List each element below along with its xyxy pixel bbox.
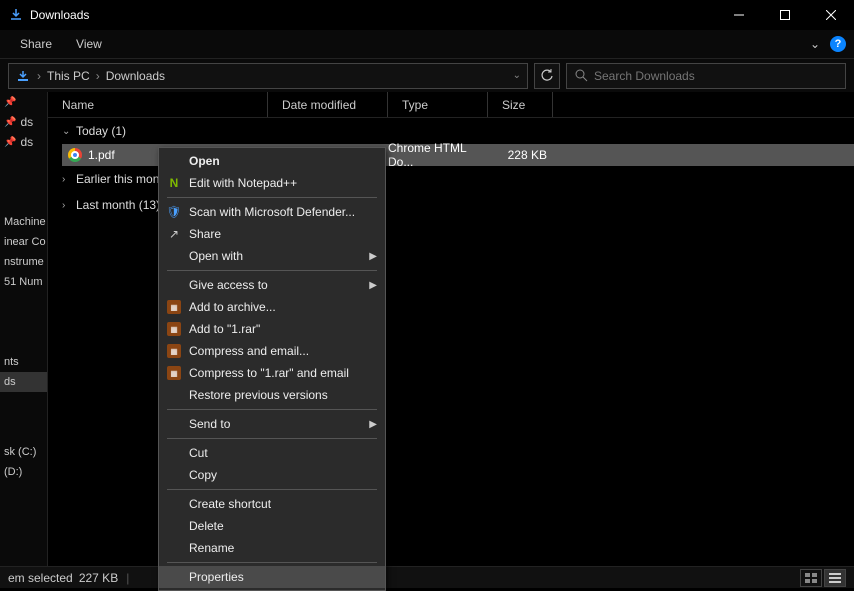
pin-icon: 📌 — [4, 137, 16, 148]
view-thumbnails-button[interactable] — [800, 569, 822, 587]
sidebar-item[interactable]: ds — [0, 372, 47, 392]
col-type[interactable]: Type — [388, 92, 488, 117]
column-headers: Name Date modified Type Size — [48, 92, 854, 118]
status-bar: em selected 227 KB | — [0, 566, 854, 588]
sidebar-item[interactable]: sk (C:) — [0, 442, 47, 462]
context-menu-item[interactable]: Scan with Microsoft Defender...🛡 — [159, 201, 385, 223]
context-menu-item[interactable]: Properties — [159, 566, 385, 588]
rar-icon: ▦ — [166, 365, 182, 381]
window-title: Downloads — [30, 8, 89, 22]
context-menu: OpenEdit with Notepad++N Scan with Micros… — [158, 147, 386, 591]
npp-icon: N — [166, 175, 182, 191]
menu-bar: Share View ⌄ ? — [0, 30, 854, 58]
share-icon: ↗ — [166, 226, 182, 242]
col-size[interactable]: Size — [488, 92, 553, 117]
submenu-arrow-icon: ▶ — [369, 280, 377, 291]
context-menu-item[interactable]: Compress to "1.rar" and email▦ — [159, 362, 385, 384]
col-name[interactable]: Name — [48, 92, 268, 117]
submenu-arrow-icon: ▶ — [369, 419, 377, 430]
pin-icon: 📌 — [4, 97, 16, 108]
context-menu-item[interactable]: Edit with Notepad++N — [159, 172, 385, 194]
file-size: 228 KB — [488, 148, 553, 162]
sidebar-item[interactable]: 📌 — [0, 92, 47, 112]
file-name: 1.pdf — [88, 148, 115, 162]
sidebar-item[interactable]: 📌ds — [0, 132, 47, 152]
chevron-right-icon: › — [62, 174, 72, 185]
search-box[interactable] — [566, 63, 846, 89]
address-bar-row: › This PC › Downloads ⌄ — [0, 58, 854, 92]
context-menu-item[interactable]: Send to▶ — [159, 413, 385, 435]
context-menu-item[interactable]: Open — [159, 150, 385, 172]
refresh-button[interactable] — [534, 63, 560, 89]
rar-icon: ▦ — [166, 299, 182, 315]
status-size: 227 KB — [79, 571, 118, 585]
pin-icon: 📌 — [4, 117, 16, 128]
context-menu-item[interactable]: Open with▶ — [159, 245, 385, 267]
menu-separator — [167, 562, 377, 563]
sidebar-item[interactable]: inear Co — [0, 232, 47, 252]
downloads-icon — [8, 7, 24, 23]
submenu-arrow-icon: ▶ — [369, 251, 377, 262]
search-input[interactable] — [594, 69, 837, 83]
context-menu-item[interactable]: Copy — [159, 464, 385, 486]
menu-view[interactable]: View — [76, 37, 102, 51]
context-menu-item[interactable]: Delete — [159, 515, 385, 537]
context-menu-item[interactable]: Cut — [159, 442, 385, 464]
shield-icon: 🛡 — [166, 204, 182, 220]
ribbon-chevron-icon[interactable]: ⌄ — [810, 37, 820, 51]
sidebar-item[interactable]: nts — [0, 352, 47, 372]
menu-separator — [167, 409, 377, 410]
context-menu-item[interactable]: Rename — [159, 537, 385, 559]
address-bar[interactable]: › This PC › Downloads ⌄ — [8, 63, 528, 89]
chrome-pdf-icon — [68, 148, 82, 162]
sidebar-item[interactable]: Machine — [0, 212, 47, 232]
close-button[interactable] — [808, 0, 854, 30]
nav-sidebar: 📌 📌ds 📌ds Machine inear Co nstrume 51 Nu… — [0, 92, 48, 566]
rar-icon: ▦ — [166, 321, 182, 337]
title-bar: Downloads — [0, 0, 854, 30]
context-menu-item[interactable]: Compress and email...▦ — [159, 340, 385, 362]
sidebar-item[interactable]: (D:) — [0, 462, 47, 482]
sidebar-item[interactable]: nstrume — [0, 252, 47, 272]
chevron-right-icon: › — [62, 200, 72, 211]
context-menu-item[interactable]: Create shortcut — [159, 493, 385, 515]
downloads-folder-icon — [15, 68, 31, 84]
menu-separator — [167, 270, 377, 271]
view-details-button[interactable] — [824, 569, 846, 587]
context-menu-item[interactable]: Share↗ — [159, 223, 385, 245]
breadcrumb-current[interactable]: Downloads — [106, 69, 165, 83]
rar-icon: ▦ — [166, 343, 182, 359]
menu-share[interactable]: Share — [20, 37, 52, 51]
chevron-down-icon: ⌄ — [62, 126, 72, 137]
menu-separator — [167, 438, 377, 439]
history-dropdown-icon[interactable]: ⌄ — [513, 70, 521, 81]
maximize-button[interactable] — [762, 0, 808, 30]
search-icon — [575, 69, 588, 82]
chevron-right-icon[interactable]: › — [37, 69, 41, 83]
minimize-button[interactable] — [716, 0, 762, 30]
menu-separator — [167, 489, 377, 490]
context-menu-item[interactable]: Give access to▶ — [159, 274, 385, 296]
sidebar-item[interactable]: 📌ds — [0, 112, 47, 132]
menu-separator — [167, 197, 377, 198]
chevron-right-icon[interactable]: › — [96, 69, 100, 83]
breadcrumb-root[interactable]: This PC — [47, 69, 90, 83]
sidebar-item[interactable]: 51 Num — [0, 272, 47, 292]
col-date[interactable]: Date modified — [268, 92, 388, 117]
status-selection: em selected — [8, 571, 73, 585]
context-menu-item[interactable]: Restore previous versions — [159, 384, 385, 406]
context-menu-item[interactable]: Add to archive...▦ — [159, 296, 385, 318]
file-type: Chrome HTML Do... — [388, 141, 488, 169]
help-icon[interactable]: ? — [830, 36, 846, 52]
context-menu-item[interactable]: Add to "1.rar"▦ — [159, 318, 385, 340]
